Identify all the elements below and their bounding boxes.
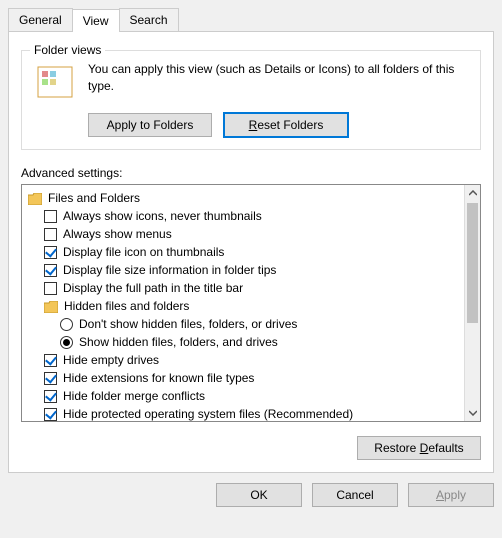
tree-item[interactable]: Hide extensions for known file types (28, 369, 480, 387)
apply-to-folders-button[interactable]: Apply to Folders (88, 113, 212, 137)
tree-item[interactable]: Always show menus (28, 225, 480, 243)
checkbox[interactable] (44, 282, 57, 295)
checkbox[interactable] (44, 354, 57, 367)
tree-label: Files and Folders (48, 189, 140, 207)
tree-item[interactable]: Hide empty drives (28, 351, 480, 369)
tree-item[interactable]: Hide protected operating system files (R… (28, 405, 480, 422)
chevron-down-icon (469, 410, 477, 416)
folder-views-description: You can apply this view (such as Details… (88, 61, 468, 95)
tree-label: Always show menus (63, 225, 172, 243)
tree-root-files-and-folders[interactable]: Files and Folders (28, 189, 480, 207)
folder-views-title: Folder views (30, 43, 105, 57)
tree-radio-item[interactable]: Show hidden files, folders, and drives (28, 333, 480, 351)
folder-icon (44, 300, 58, 312)
tab-view[interactable]: View (72, 9, 120, 32)
advanced-settings-label: Advanced settings: (21, 166, 481, 180)
tree-label: Hidden files and folders (64, 297, 189, 315)
tree-label: Display file size information in folder … (63, 261, 276, 279)
tree-item[interactable]: Hide folder merge conflicts (28, 387, 480, 405)
folder-views-group: Folder views You can apply this view (su… (21, 50, 481, 150)
scroll-down-button[interactable] (465, 405, 481, 421)
tree-item[interactable]: Always show icons, never thumbnails (28, 207, 480, 225)
tree-label: Hide empty drives (63, 351, 159, 369)
checkbox[interactable] (44, 408, 57, 421)
checkbox[interactable] (44, 390, 57, 403)
folder-icon (28, 192, 42, 204)
tree-item[interactable]: Display the full path in the title bar (28, 279, 480, 297)
tree-label: Display file icon on thumbnails (63, 243, 224, 261)
scroll-thumb[interactable] (467, 203, 478, 323)
reset-folders-button[interactable]: Reset Folders (224, 113, 348, 137)
checkbox[interactable] (44, 228, 57, 241)
apply-button[interactable]: Apply (408, 483, 494, 507)
checkbox[interactable] (44, 210, 57, 223)
tree-item[interactable]: Display file size information in folder … (28, 261, 480, 279)
tree-label: Display the full path in the title bar (63, 279, 243, 297)
checkbox[interactable] (44, 372, 57, 385)
radio[interactable] (60, 336, 73, 349)
checkbox[interactable] (44, 246, 57, 259)
tree-label: Always show icons, never thumbnails (63, 207, 262, 225)
restore-defaults-button[interactable]: Restore Defaults (357, 436, 481, 460)
ok-button[interactable]: OK (216, 483, 302, 507)
tab-general[interactable]: General (8, 8, 73, 31)
folder-views-icon (34, 61, 76, 103)
tree-label: Hide protected operating system files (R… (63, 405, 353, 422)
chevron-up-icon (469, 190, 477, 196)
tab-strip: General View Search (8, 8, 494, 31)
tree-label: Don't show hidden files, folders, or dri… (79, 315, 297, 333)
tree-label: Show hidden files, folders, and drives (79, 333, 278, 351)
tree-label: Hide folder merge conflicts (63, 387, 205, 405)
tree-label: Hide extensions for known file types (63, 369, 254, 387)
cancel-button[interactable]: Cancel (312, 483, 398, 507)
advanced-settings-tree[interactable]: Files and Folders Always show icons, nev… (21, 184, 481, 422)
tree-item[interactable]: Display file icon on thumbnails (28, 243, 480, 261)
tree-group-hidden-files[interactable]: Hidden files and folders (28, 297, 480, 315)
radio[interactable] (60, 318, 73, 331)
checkbox[interactable] (44, 264, 57, 277)
scroll-up-button[interactable] (465, 185, 481, 201)
tree-scrollbar[interactable] (464, 185, 480, 421)
dialog-button-row: OK Cancel Apply (8, 483, 494, 507)
tab-search[interactable]: Search (119, 8, 179, 31)
tree-radio-item[interactable]: Don't show hidden files, folders, or dri… (28, 315, 480, 333)
tab-panel-view: Folder views You can apply this view (su… (8, 31, 494, 473)
